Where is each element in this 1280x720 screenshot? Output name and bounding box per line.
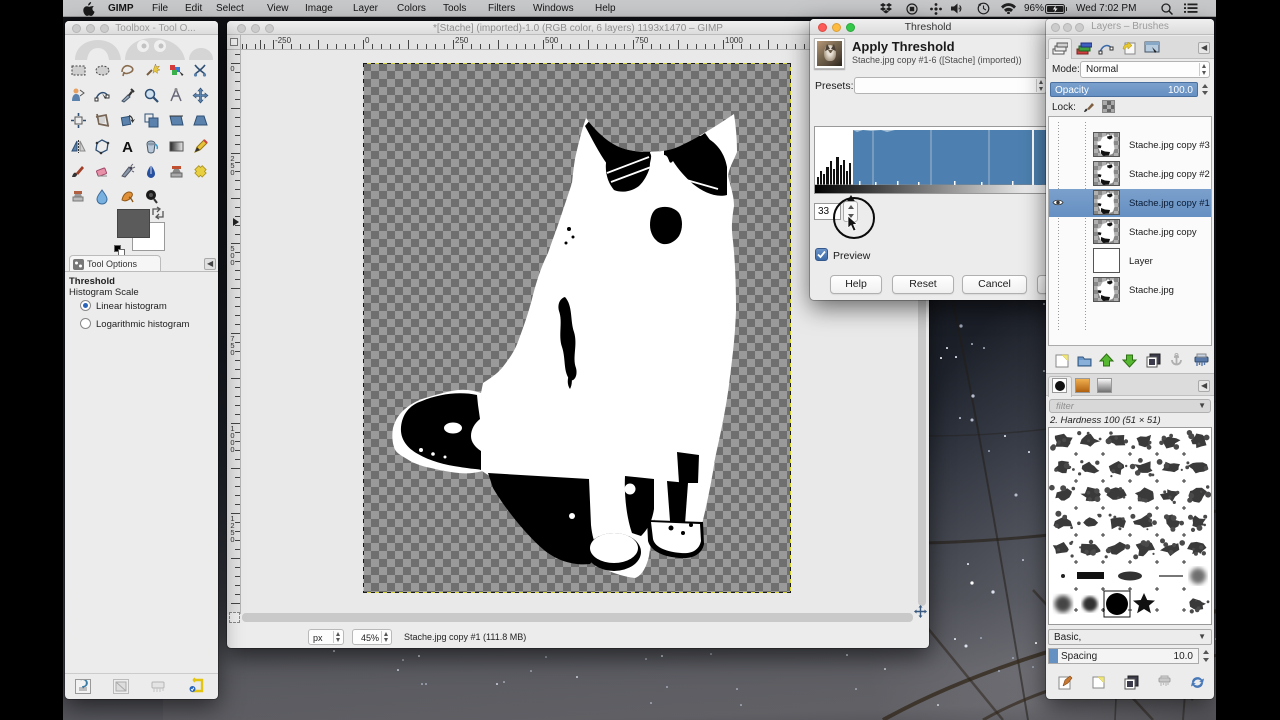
svg-text:A: A — [122, 139, 133, 155]
